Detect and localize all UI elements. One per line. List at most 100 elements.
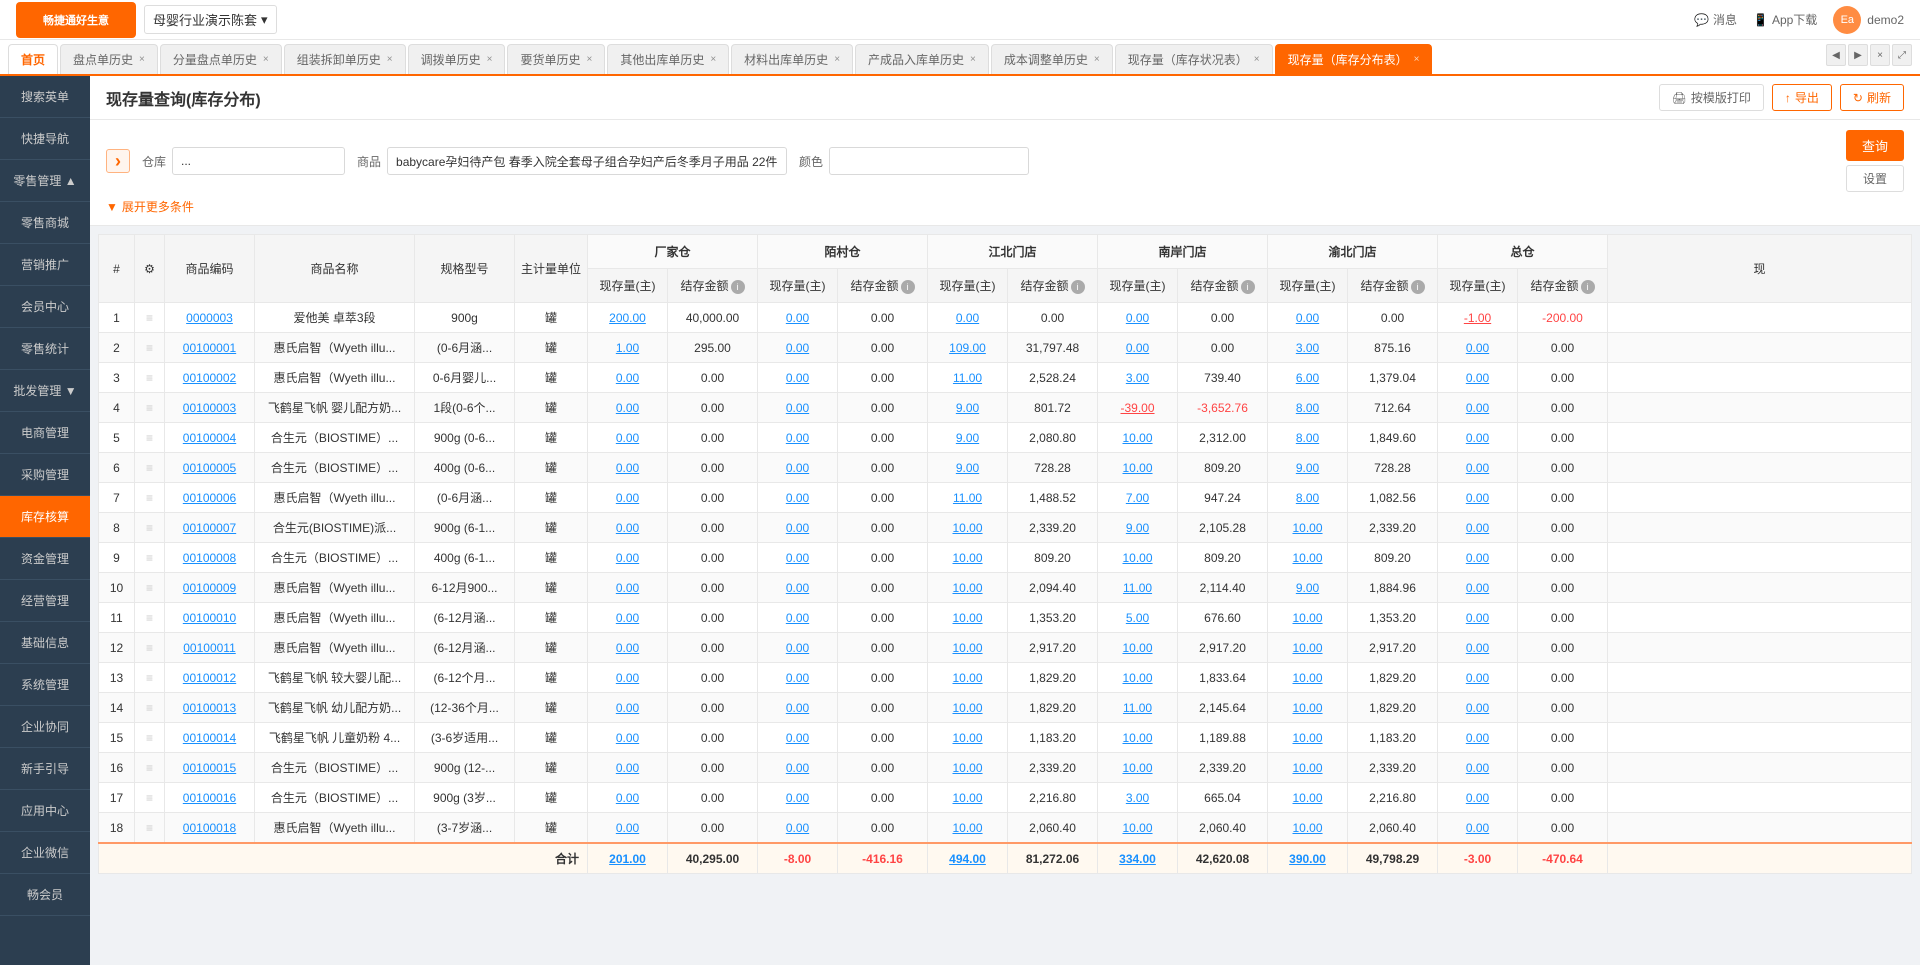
summary-cj-qty[interactable]: 201.00 (588, 843, 668, 874)
cell-code[interactable]: 00100015 (165, 753, 255, 783)
sidebar-item-corp-wechat[interactable]: 企业微信 (0, 832, 90, 874)
cell-mc-qty[interactable]: 0.00 (758, 813, 838, 844)
cell-cj-qty[interactable]: 0.00 (588, 753, 668, 783)
cell-gear[interactable]: ≡ (135, 753, 165, 783)
sidebar-item-ecommerce[interactable]: 电商管理 (0, 412, 90, 454)
cell-jb-qty[interactable]: 10.00 (928, 573, 1008, 603)
cell-cj-qty[interactable]: 0.00 (588, 513, 668, 543)
cell-zc-qty[interactable]: 0.00 (1438, 573, 1518, 603)
tab-requisition[interactable]: 要货单历史 × (507, 44, 605, 74)
sidebar-item-retail-mall[interactable]: 零售商城 (0, 202, 90, 244)
cell-mc-qty[interactable]: 0.00 (758, 573, 838, 603)
cell-gear[interactable]: ≡ (135, 543, 165, 573)
cell-na-qty[interactable]: 0.00 (1098, 303, 1178, 333)
cell-cj-qty[interactable]: 0.00 (588, 663, 668, 693)
cell-na-qty[interactable]: 3.00 (1098, 783, 1178, 813)
cell-yb-qty[interactable]: 9.00 (1268, 453, 1348, 483)
cell-code[interactable]: 00100009 (165, 573, 255, 603)
cell-jb-qty[interactable]: 10.00 (928, 783, 1008, 813)
cell-na-qty[interactable]: 10.00 (1098, 423, 1178, 453)
cell-cj-qty[interactable]: 0.00 (588, 813, 668, 844)
sidebar-item-guide[interactable]: 新手引导 (0, 748, 90, 790)
sidebar-item-wholesale[interactable]: 批发管理 ▼ (0, 370, 90, 412)
cell-code[interactable]: 00100007 (165, 513, 255, 543)
cell-zc-qty[interactable]: 0.00 (1438, 363, 1518, 393)
cell-code[interactable]: 00100001 (165, 333, 255, 363)
summary-mc-qty[interactable]: -8.00 (758, 843, 838, 874)
cell-yb-qty[interactable]: 10.00 (1268, 783, 1348, 813)
cell-yb-qty[interactable]: 0.00 (1268, 303, 1348, 333)
tab-requisition-close[interactable]: × (586, 54, 592, 65)
cell-mc-qty[interactable]: 0.00 (758, 633, 838, 663)
sidebar-item-finance[interactable]: 资金管理 (0, 538, 90, 580)
cell-jb-qty[interactable]: 0.00 (928, 303, 1008, 333)
sidebar-item-member2[interactable]: 畅会员 (0, 874, 90, 916)
cell-jb-qty[interactable]: 10.00 (928, 603, 1008, 633)
tab-stock-single-close[interactable]: × (139, 54, 145, 65)
query-button[interactable]: 查询 (1846, 130, 1904, 161)
sidebar-item-marketing[interactable]: 营销推广 (0, 244, 90, 286)
cell-jb-qty[interactable]: 9.00 (928, 423, 1008, 453)
tab-stock-dist-close[interactable]: × (1414, 54, 1420, 65)
setting-button[interactable]: 设置 (1846, 165, 1904, 192)
cell-gear[interactable]: ≡ (135, 303, 165, 333)
cell-na-qty[interactable]: 3.00 (1098, 363, 1178, 393)
cell-zc-qty[interactable]: 0.00 (1438, 723, 1518, 753)
cell-jb-qty[interactable]: 109.00 (928, 333, 1008, 363)
cell-gear[interactable]: ≡ (135, 513, 165, 543)
cell-mc-qty[interactable]: 0.00 (758, 483, 838, 513)
cell-code[interactable]: 00100003 (165, 393, 255, 423)
cell-zc-qty[interactable]: 0.00 (1438, 453, 1518, 483)
sidebar-item-system[interactable]: 系统管理 (0, 664, 90, 706)
sidebar-item-app-center[interactable]: 应用中心 (0, 790, 90, 832)
cell-yb-qty[interactable]: 10.00 (1268, 513, 1348, 543)
cell-cj-qty[interactable]: 0.00 (588, 423, 668, 453)
cell-yb-qty[interactable]: 8.00 (1268, 483, 1348, 513)
warehouse-input[interactable] (172, 147, 345, 175)
cell-jb-qty[interactable]: 10.00 (928, 543, 1008, 573)
cell-cj-qty[interactable]: 0.00 (588, 603, 668, 633)
tab-combo-close[interactable]: × (387, 54, 393, 65)
cell-mc-qty[interactable]: 0.00 (758, 303, 838, 333)
cell-code[interactable]: 00100005 (165, 453, 255, 483)
cell-jb-qty[interactable]: 10.00 (928, 633, 1008, 663)
cell-zc-qty[interactable]: 0.00 (1438, 333, 1518, 363)
cell-jb-qty[interactable]: 10.00 (928, 513, 1008, 543)
cell-na-qty[interactable]: 10.00 (1098, 813, 1178, 844)
cell-gear[interactable]: ≡ (135, 693, 165, 723)
cell-mc-qty[interactable]: 0.00 (758, 543, 838, 573)
cell-cj-qty[interactable]: 0.00 (588, 453, 668, 483)
cell-zc-qty[interactable]: 0.00 (1438, 663, 1518, 693)
sidebar-item-basics[interactable]: 基础信息 (0, 622, 90, 664)
cell-na-qty[interactable]: 10.00 (1098, 633, 1178, 663)
cell-jb-qty[interactable]: 9.00 (928, 453, 1008, 483)
yb-amt-info[interactable]: i (1411, 280, 1425, 294)
industry-selector[interactable]: 母婴行业演示陈套 ▾ (144, 5, 277, 34)
tab-other-out[interactable]: 其他出库单历史 × (607, 44, 729, 74)
cell-zc-qty[interactable]: 0.00 (1438, 543, 1518, 573)
cell-yb-qty[interactable]: 8.00 (1268, 393, 1348, 423)
cell-code[interactable]: 00100012 (165, 663, 255, 693)
tab-combo[interactable]: 组装拆卸单历史 × (284, 44, 406, 74)
summary-zc-qty[interactable]: -3.00 (1438, 843, 1518, 874)
cell-gear[interactable]: ≡ (135, 783, 165, 813)
cell-zc-qty[interactable]: -1.00 (1438, 303, 1518, 333)
sidebar-item-quick-nav[interactable]: 快捷导航 (0, 118, 90, 160)
cell-mc-qty[interactable]: 0.00 (758, 723, 838, 753)
cell-jb-qty[interactable]: 11.00 (928, 363, 1008, 393)
cell-yb-qty[interactable]: 10.00 (1268, 753, 1348, 783)
cell-na-qty[interactable]: 10.00 (1098, 723, 1178, 753)
tab-stock-status-close[interactable]: × (1254, 54, 1260, 65)
cell-mc-qty[interactable]: 0.00 (758, 753, 838, 783)
cell-zc-qty[interactable]: 0.00 (1438, 513, 1518, 543)
cell-gear[interactable]: ≡ (135, 333, 165, 363)
expand-conditions-btn[interactable]: ▼ 展开更多条件 (106, 198, 1904, 215)
cell-mc-qty[interactable]: 0.00 (758, 423, 838, 453)
sidebar-item-member[interactable]: 会员中心 (0, 286, 90, 328)
cell-mc-qty[interactable]: 0.00 (758, 453, 838, 483)
cell-na-qty[interactable]: 0.00 (1098, 333, 1178, 363)
cell-yb-qty[interactable]: 10.00 (1268, 603, 1348, 633)
refresh-button[interactable]: ↻ 刷新 (1840, 84, 1904, 111)
tab-transfer-close[interactable]: × (487, 54, 493, 65)
cell-na-qty[interactable]: 10.00 (1098, 543, 1178, 573)
